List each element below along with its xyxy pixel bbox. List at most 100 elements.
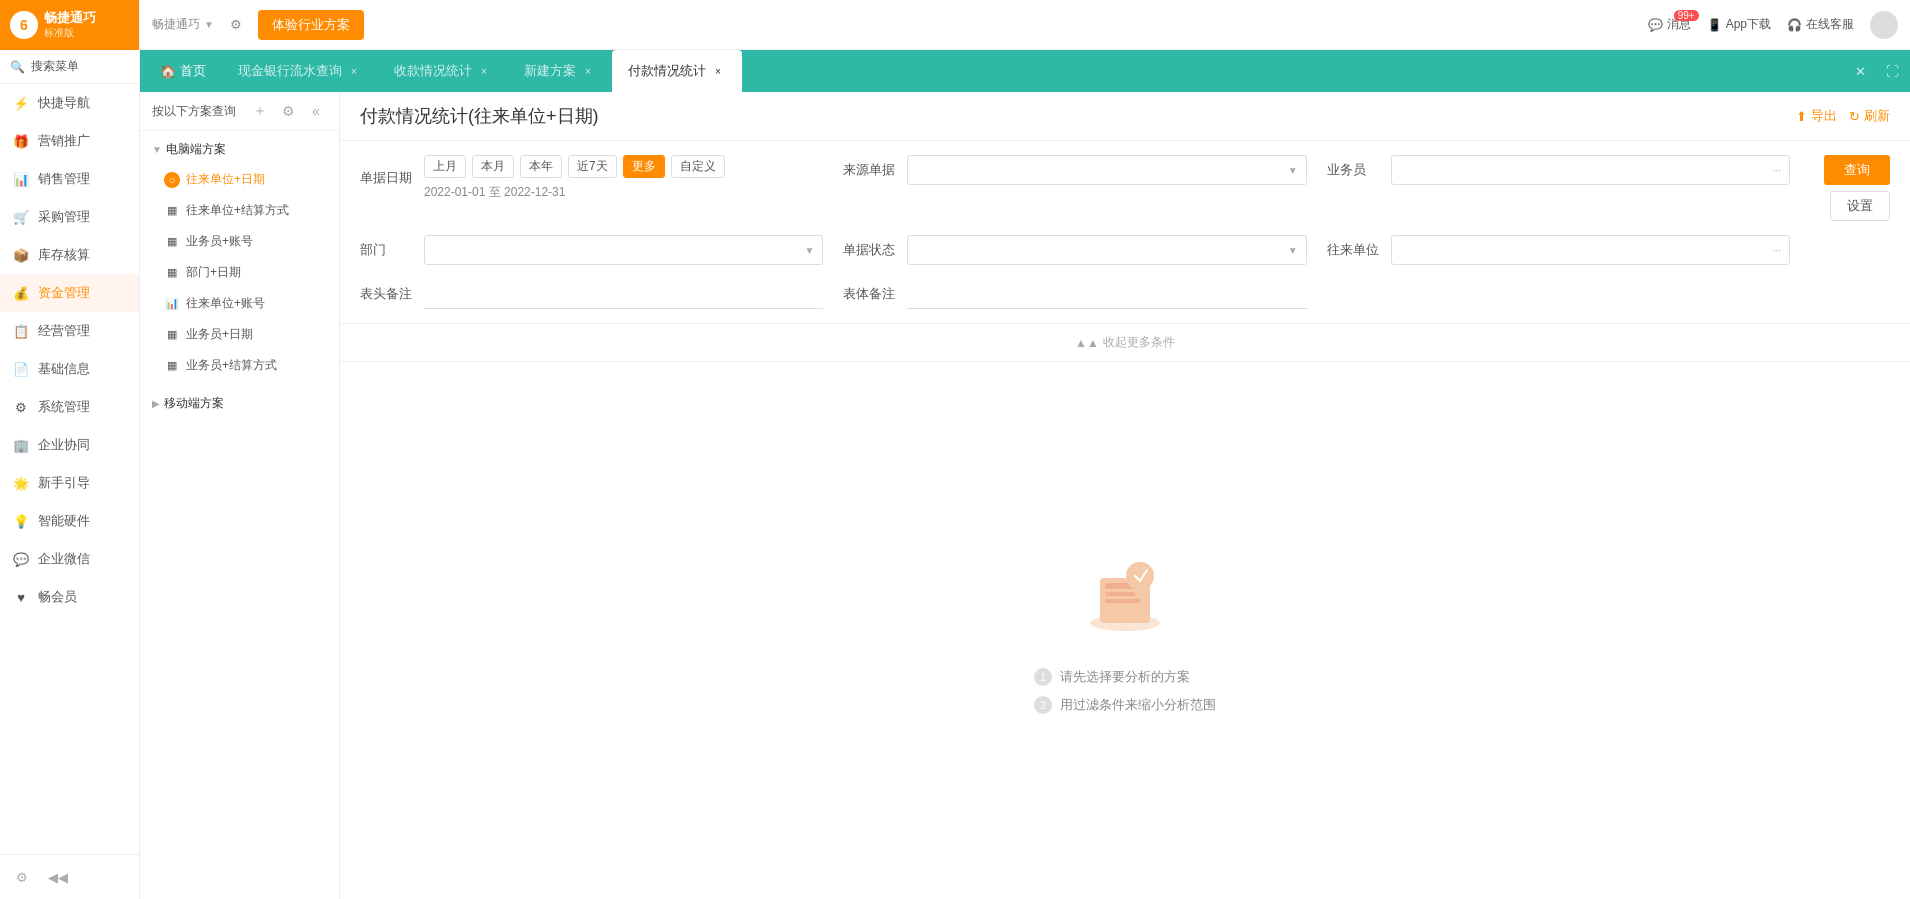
- desktop-scheme-header[interactable]: ▼ 电脑端方案: [140, 135, 339, 164]
- tab-new-plan[interactable]: 新建方案 ×: [508, 50, 612, 92]
- scheme-unit-account[interactable]: 📊 往来单位+账号: [140, 288, 339, 319]
- source-select[interactable]: ▼: [907, 155, 1306, 185]
- scheme-dept-date[interactable]: ▦ 部门+日期: [140, 257, 339, 288]
- staff-dropdown-icon: ···: [1773, 165, 1781, 176]
- maximize-btn[interactable]: ⛶: [1878, 57, 1906, 85]
- scheme-icon-dept-date: ▦: [164, 265, 180, 281]
- tab-payment-stats[interactable]: 付款情况统计 ×: [612, 50, 742, 92]
- add-scheme-btn[interactable]: ＋: [249, 100, 271, 122]
- message-btn[interactable]: 💬 消息 99+: [1648, 16, 1691, 33]
- tab-receipt-stats[interactable]: 收款情况统计 ×: [378, 50, 508, 92]
- mobile-group-label: 移动端方案: [164, 395, 224, 412]
- purchase-icon: 🛒: [12, 208, 30, 226]
- scheme-staff-settle[interactable]: ▦ 业务员+结算方式: [140, 350, 339, 381]
- online-service-btn[interactable]: 🎧 在线客服: [1787, 16, 1854, 33]
- sales-icon: 📊: [12, 170, 30, 188]
- scheme-unit-settle[interactable]: ▦ 往来单位+结算方式: [140, 195, 339, 226]
- sidebar-item-system[interactable]: ⚙ 系统管理: [0, 388, 139, 426]
- collapse-sidebar-btn[interactable]: ◀◀: [44, 863, 72, 891]
- sidebar-item-marketing[interactable]: 🎁 营销推广: [0, 122, 139, 160]
- svg-rect-4: [1105, 599, 1140, 603]
- sidebar-item-sales[interactable]: 📊 销售管理: [0, 160, 139, 198]
- export-btn[interactable]: ⬆ 导出: [1796, 107, 1837, 125]
- wechat-icon: 💬: [12, 550, 30, 568]
- note-body-input[interactable]: [907, 279, 1306, 309]
- tab-new-plan-label: 新建方案: [524, 62, 576, 80]
- empty-tips: 1 请先选择要分析的方案 2 用过滤条件来缩小分析范围: [1034, 668, 1216, 714]
- marketing-icon: 🎁: [12, 132, 30, 150]
- sidebar-label: 新手引导: [38, 474, 90, 492]
- experience-btn[interactable]: 体验行业方案: [258, 10, 364, 40]
- staff-label: 业务员: [1327, 161, 1383, 179]
- sidebar-label: 资金管理: [38, 284, 90, 302]
- sidebar-item-enterprise[interactable]: 🏢 企业协同: [0, 426, 139, 464]
- mobile-scheme-header[interactable]: ▶ 移动端方案: [140, 389, 339, 418]
- partner-dropdown-icon: ···: [1773, 245, 1781, 256]
- tab-receipt-stats-close[interactable]: ×: [476, 63, 492, 79]
- scheme-unit-date[interactable]: ○ 往来单位+日期: [140, 164, 339, 195]
- close-all-tabs-btn[interactable]: ✕: [1846, 57, 1874, 85]
- tab-new-plan-close[interactable]: ×: [580, 63, 596, 79]
- empty-icon: [1075, 548, 1175, 648]
- tab-cash-flow-label: 现金银行流水查询: [238, 62, 342, 80]
- sidebar-item-quick-nav[interactable]: ⚡ 快捷导航: [0, 84, 139, 122]
- date-this-month-btn[interactable]: 本月: [472, 155, 514, 178]
- filter-settings-btn[interactable]: 设置: [1830, 191, 1890, 221]
- status-select[interactable]: ▼: [907, 235, 1306, 265]
- empty-tip-2: 2 用过滤条件来缩小分析范围: [1034, 696, 1216, 714]
- tab-cash-flow[interactable]: 现金银行流水查询 ×: [222, 50, 378, 92]
- status-dropdown-icon: ▼: [1288, 245, 1298, 256]
- collapse-conditions-btn[interactable]: ▲▲ 收起更多条件: [1075, 334, 1175, 351]
- filter-source-item: 来源单据 ▼: [843, 155, 1306, 185]
- tab-payment-stats-close[interactable]: ×: [710, 63, 726, 79]
- date-this-year-btn[interactable]: 本年: [520, 155, 562, 178]
- sidebar-nav: ⚡ 快捷导航 🎁 营销推广 📊 销售管理 🛒 采购管理 📦 库存核算 💰 资金管…: [0, 84, 139, 854]
- staff-select[interactable]: ···: [1391, 155, 1790, 185]
- sidebar-item-capital[interactable]: 💰 资金管理: [0, 274, 139, 312]
- date-more-btn[interactable]: 更多: [623, 155, 665, 178]
- sidebar-item-basic-info[interactable]: 📄 基础信息: [0, 350, 139, 388]
- refresh-btn[interactable]: ↻ 刷新: [1849, 107, 1890, 125]
- topbar-brand: 畅捷通巧 ▼: [152, 16, 214, 33]
- query-actions: 查询 设置: [1810, 155, 1890, 221]
- sidebar-item-member[interactable]: ♥ 畅会员: [0, 578, 139, 616]
- sidebar-item-operations[interactable]: 📋 经营管理: [0, 312, 139, 350]
- left-panel-header: 按以下方案查询 ＋ ⚙ «: [140, 92, 339, 131]
- collapse-up-icon: ▲▲: [1075, 336, 1099, 350]
- sidebar-item-newbie[interactable]: 🌟 新手引导: [0, 464, 139, 502]
- partner-select[interactable]: ···: [1391, 235, 1790, 265]
- hardware-icon: 💡: [12, 512, 30, 530]
- collapse-label: 收起更多条件: [1103, 334, 1175, 351]
- search-icon: 🔍: [10, 60, 25, 74]
- logo-text-block: 畅捷通巧 标准版: [44, 10, 96, 40]
- sidebar-item-inventory[interactable]: 📦 库存核算: [0, 236, 139, 274]
- date-prev-month-btn[interactable]: 上月: [424, 155, 466, 178]
- date-custom-btn[interactable]: 自定义: [671, 155, 725, 178]
- date-7days-btn[interactable]: 近7天: [568, 155, 617, 178]
- topbar-gear-btn[interactable]: ⚙: [222, 11, 250, 39]
- sidebar-item-wechat[interactable]: 💬 企业微信: [0, 540, 139, 578]
- note-head-input[interactable]: [424, 279, 823, 309]
- scheme-staff-date[interactable]: ▦ 业务员+日期: [140, 319, 339, 350]
- settings-bottom-btn[interactable]: ⚙: [8, 863, 36, 891]
- collapse-panel-btn[interactable]: «: [305, 100, 327, 122]
- scheme-staff-account[interactable]: ▦ 业务员+账号: [140, 226, 339, 257]
- filter-row-2: 部门 ▼ 单据状态 ▼ 往来单位: [360, 235, 1890, 265]
- topbar: 畅捷通巧 ▼ ⚙ 体验行业方案 💬 消息 99+ 📱 App下载 🎧 在线客服: [140, 0, 1910, 50]
- sidebar-label: 企业协同: [38, 436, 90, 454]
- scheme-label: 业务员+账号: [186, 233, 253, 250]
- newbie-icon: 🌟: [12, 474, 30, 492]
- enterprise-icon: 🏢: [12, 436, 30, 454]
- dept-select[interactable]: ▼: [424, 235, 823, 265]
- tab-cash-flow-close[interactable]: ×: [346, 63, 362, 79]
- scheme-settings-btn[interactable]: ⚙: [277, 100, 299, 122]
- query-btn[interactable]: 查询: [1824, 155, 1890, 185]
- search-menu[interactable]: 🔍 搜索菜单: [0, 50, 139, 84]
- sidebar-item-purchase[interactable]: 🛒 采购管理: [0, 198, 139, 236]
- user-avatar[interactable]: [1870, 11, 1898, 39]
- tab-home[interactable]: 🏠 首页: [144, 50, 222, 92]
- sidebar-item-hardware[interactable]: 💡 智能硬件: [0, 502, 139, 540]
- basic-info-icon: 📄: [12, 360, 30, 378]
- sidebar-label: 企业微信: [38, 550, 90, 568]
- app-download-btn[interactable]: 📱 App下载: [1707, 16, 1771, 33]
